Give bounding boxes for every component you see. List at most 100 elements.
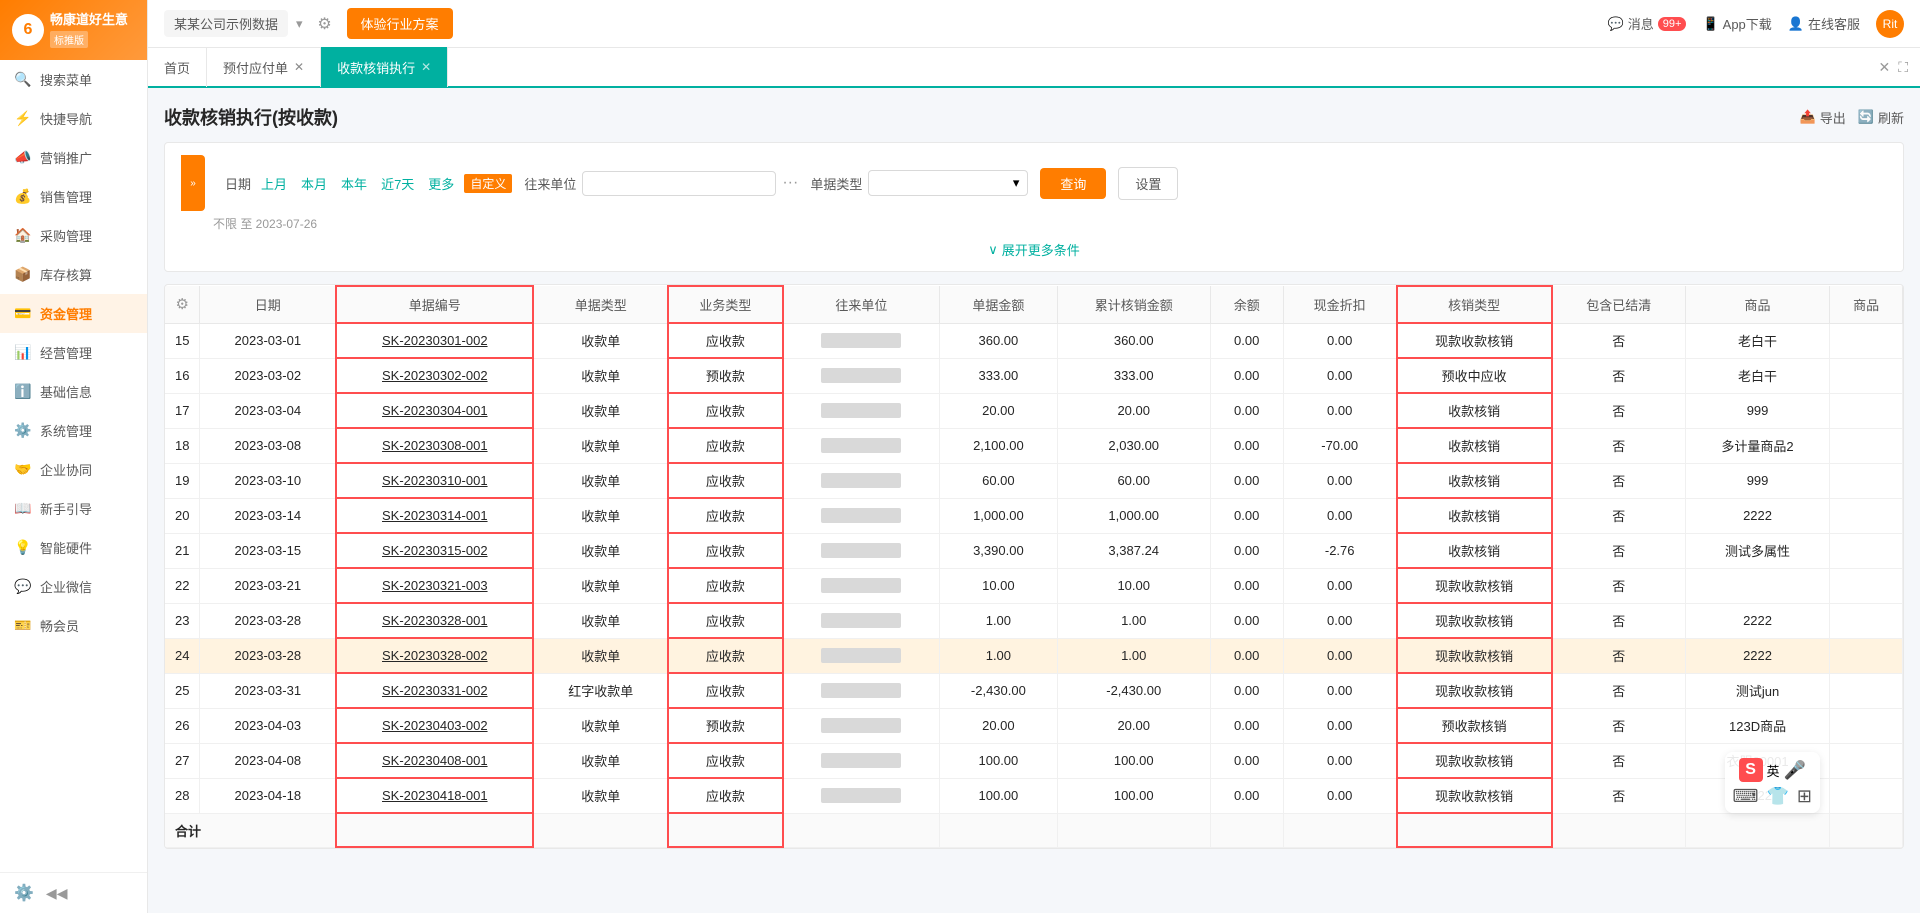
cell-doc-no[interactable]: SK-20230328-002 bbox=[336, 638, 533, 673]
cell-doc-no[interactable]: SK-20230321-003 bbox=[336, 568, 533, 603]
partner-input[interactable] bbox=[582, 171, 776, 196]
cell-balance: 0.00 bbox=[1210, 533, 1283, 568]
col-biz-type-header: 业务类型 bbox=[668, 286, 783, 323]
cell-doc-no[interactable]: SK-20230418-001 bbox=[336, 778, 533, 813]
cell-balance: 0.00 bbox=[1210, 638, 1283, 673]
tab-close-icon[interactable]: ✕ bbox=[1878, 59, 1890, 76]
sidebar-item-wechat[interactable]: 💬 企业微信 bbox=[0, 567, 147, 606]
industry-btn[interactable]: 体验行业方案 bbox=[347, 8, 453, 39]
col-goods-header: 商品 bbox=[1685, 286, 1829, 323]
cell-date: 2023-03-21 bbox=[200, 568, 336, 603]
col-doc-type-header: 单据类型 bbox=[533, 286, 668, 323]
sidebar-item-sales[interactable]: 💰 销售管理 bbox=[0, 177, 147, 216]
table-row: 25 2023-03-31 SK-20230331-002 红字收款单 应收款 … bbox=[165, 673, 1903, 708]
cell-doc-no[interactable]: SK-20230304-001 bbox=[336, 393, 533, 428]
table-scroll[interactable]: ⚙ 日期 单据编号 单据类型 业务类型 往来单位 单据金额 累计核销金额 余额 … bbox=[165, 285, 1903, 848]
cell-goods: 999 bbox=[1685, 463, 1829, 498]
doctype-select[interactable]: ▾ bbox=[868, 170, 1028, 196]
cell-doc-no[interactable]: SK-20230308-001 bbox=[336, 428, 533, 463]
setting-btn[interactable]: 设置 bbox=[1118, 167, 1178, 200]
nav-icon-stock: 📦 bbox=[14, 266, 32, 284]
sidebar-item-purchase[interactable]: 🏠 采购管理 bbox=[0, 216, 147, 255]
cell-doc-no[interactable]: SK-20230331-002 bbox=[336, 673, 533, 708]
cell-doc-no[interactable]: SK-20230302-002 bbox=[336, 358, 533, 393]
date-btn-more[interactable]: 更多 bbox=[424, 172, 458, 195]
sidebar-item-member[interactable]: 🎫 畅会员 bbox=[0, 606, 147, 645]
cell-no: 21 bbox=[165, 533, 200, 568]
export-btn[interactable]: 📤 导出 bbox=[1800, 108, 1846, 127]
cell-biz-type: 应收款 bbox=[668, 393, 783, 428]
col-no: 日期 bbox=[200, 286, 336, 323]
keyboard-icon[interactable]: ⌨ bbox=[1733, 786, 1759, 807]
cell-biz-type: 应收款 bbox=[668, 533, 783, 568]
filter-expand-btn[interactable]: » bbox=[181, 155, 205, 211]
date-btn-this-month[interactable]: 本月 bbox=[297, 172, 331, 195]
sidebar-item-basic[interactable]: ℹ️ 基础信息 bbox=[0, 372, 147, 411]
sidebar-item-hardware[interactable]: 💡 智能硬件 bbox=[0, 528, 147, 567]
tab-maximize-icon[interactable]: ⛶ bbox=[1898, 59, 1908, 76]
cell-goods2 bbox=[1830, 603, 1903, 638]
cell-doc-no[interactable]: SK-20230403-002 bbox=[336, 708, 533, 743]
messages-btn[interactable]: 💬 消息 99+ bbox=[1608, 14, 1687, 33]
gear-icon[interactable]: ⚙ bbox=[311, 10, 339, 38]
nav-label-guide: 新手引导 bbox=[40, 499, 92, 518]
query-btn[interactable]: 查询 bbox=[1040, 168, 1106, 199]
filter-dots[interactable]: ··· bbox=[782, 174, 798, 192]
cell-doc-no[interactable]: SK-20230315-002 bbox=[336, 533, 533, 568]
sidebar-item-corp[interactable]: 🤝 企业协同 bbox=[0, 450, 147, 489]
nav-icon-ops: 📊 bbox=[14, 344, 32, 362]
watermark-mic-icon[interactable]: 🎤 bbox=[1784, 760, 1806, 781]
cell-cash-discount: 0.00 bbox=[1283, 603, 1397, 638]
filter-partner-group: 往来单位 ··· bbox=[524, 171, 798, 196]
nav-icon-marketing: 📣 bbox=[14, 149, 32, 167]
date-btn-this-year[interactable]: 本年 bbox=[337, 172, 371, 195]
cell-partner: ████████ bbox=[783, 428, 940, 463]
sidebar-item-marketing[interactable]: 📣 营销推广 bbox=[0, 138, 147, 177]
settings-col-icon[interactable]: ⚙ bbox=[176, 296, 189, 313]
sidebar-item-guide[interactable]: 📖 新手引导 bbox=[0, 489, 147, 528]
collapse-icon[interactable]: ◀◀ bbox=[46, 885, 68, 902]
sidebar-item-system[interactable]: ⚙️ 系统管理 bbox=[0, 411, 147, 450]
table-row: 23 2023-03-28 SK-20230328-001 收款单 应收款 ██… bbox=[165, 603, 1903, 638]
cell-doc-no[interactable]: SK-20230328-001 bbox=[336, 603, 533, 638]
tab-writeoff-close[interactable]: ✕ bbox=[421, 60, 431, 74]
cell-goods: 老白干 bbox=[1685, 323, 1829, 358]
col-settings[interactable]: ⚙ bbox=[165, 286, 200, 323]
date-btn-7days[interactable]: 近7天 bbox=[377, 172, 418, 195]
online-service-btn[interactable]: 👤 在线客服 bbox=[1788, 14, 1860, 33]
settings-icon[interactable]: ⚙️ bbox=[14, 883, 34, 903]
cell-balance: 0.00 bbox=[1210, 428, 1283, 463]
cell-doc-no[interactable]: SK-20230314-001 bbox=[336, 498, 533, 533]
cell-doc-no[interactable]: SK-20230408-001 bbox=[336, 743, 533, 778]
tab-writeoff[interactable]: 收款核销执行 ✕ bbox=[321, 47, 448, 87]
sidebar-item-quick[interactable]: ⚡ 快捷导航 bbox=[0, 99, 147, 138]
cell-no: 16 bbox=[165, 358, 200, 393]
cell-doc-no[interactable]: SK-20230301-002 bbox=[336, 323, 533, 358]
sidebar-item-fund[interactable]: 💳 资金管理 bbox=[0, 294, 147, 333]
cell-partner: ████████ bbox=[783, 393, 940, 428]
cell-date: 2023-03-31 bbox=[200, 673, 336, 708]
tab-prepay[interactable]: 预付应付单 ✕ bbox=[207, 47, 321, 87]
sidebar-item-stock[interactable]: 📦 库存核算 bbox=[0, 255, 147, 294]
cell-doc-no[interactable]: SK-20230310-001 bbox=[336, 463, 533, 498]
sidebar-item-ops[interactable]: 📊 经营管理 bbox=[0, 333, 147, 372]
cell-include-settled: 否 bbox=[1552, 498, 1686, 533]
total-write-off-type bbox=[1397, 813, 1552, 847]
user-avatar[interactable]: Rit bbox=[1876, 10, 1904, 38]
cell-no: 15 bbox=[165, 323, 200, 358]
grid-icon[interactable]: ⊞ bbox=[1797, 786, 1812, 807]
shirt-icon[interactable]: 👕 bbox=[1766, 786, 1788, 807]
expand-more-btn[interactable]: ∨ 展开更多条件 bbox=[988, 240, 1080, 259]
tab-home[interactable]: 首页 bbox=[148, 47, 207, 87]
cell-goods2 bbox=[1830, 673, 1903, 708]
topbar-brand[interactable]: 某某公司示例数据 bbox=[164, 10, 288, 37]
total-amount bbox=[940, 813, 1057, 847]
refresh-btn[interactable]: 🔄 刷新 bbox=[1858, 108, 1904, 127]
dropdown-icon[interactable]: ▾ bbox=[296, 16, 303, 32]
date-custom-btn[interactable]: 自定义 bbox=[464, 174, 512, 193]
tab-prepay-close[interactable]: ✕ bbox=[294, 60, 304, 74]
date-btn-prev-month[interactable]: 上月 bbox=[257, 172, 291, 195]
cell-goods: 2222 bbox=[1685, 498, 1829, 533]
app-download-btn[interactable]: 📱 App下载 bbox=[1702, 14, 1771, 33]
sidebar-item-search[interactable]: 🔍 搜索菜单 bbox=[0, 60, 147, 99]
